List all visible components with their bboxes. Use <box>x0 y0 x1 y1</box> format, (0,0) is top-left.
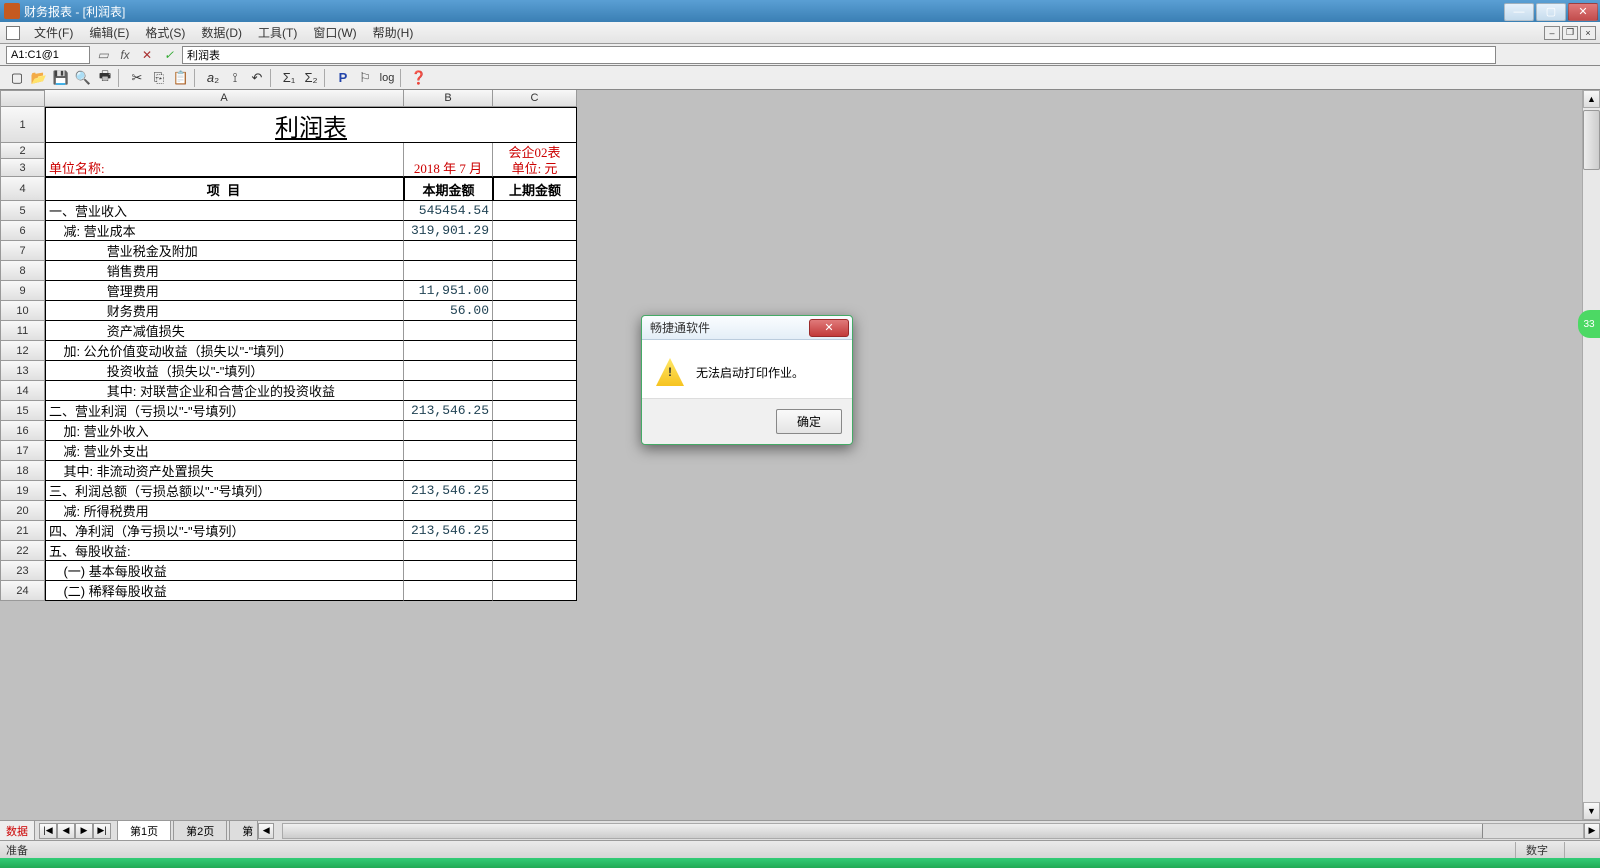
modal-overlay: 畅捷通软件 ✕ ! 无法启动打印作业。 确定 <box>0 0 1600 868</box>
dialog-close-button[interactable]: ✕ <box>809 319 849 337</box>
warning-icon: ! <box>656 358 684 386</box>
dialog-title: 畅捷通软件 <box>650 319 710 336</box>
dialog-ok-button[interactable]: 确定 <box>776 409 842 434</box>
dialog-message: 无法启动打印作业。 <box>696 364 804 381</box>
dialog-titlebar[interactable]: 畅捷通软件 ✕ <box>642 316 852 340</box>
error-dialog: 畅捷通软件 ✕ ! 无法启动打印作业。 确定 <box>641 315 853 445</box>
